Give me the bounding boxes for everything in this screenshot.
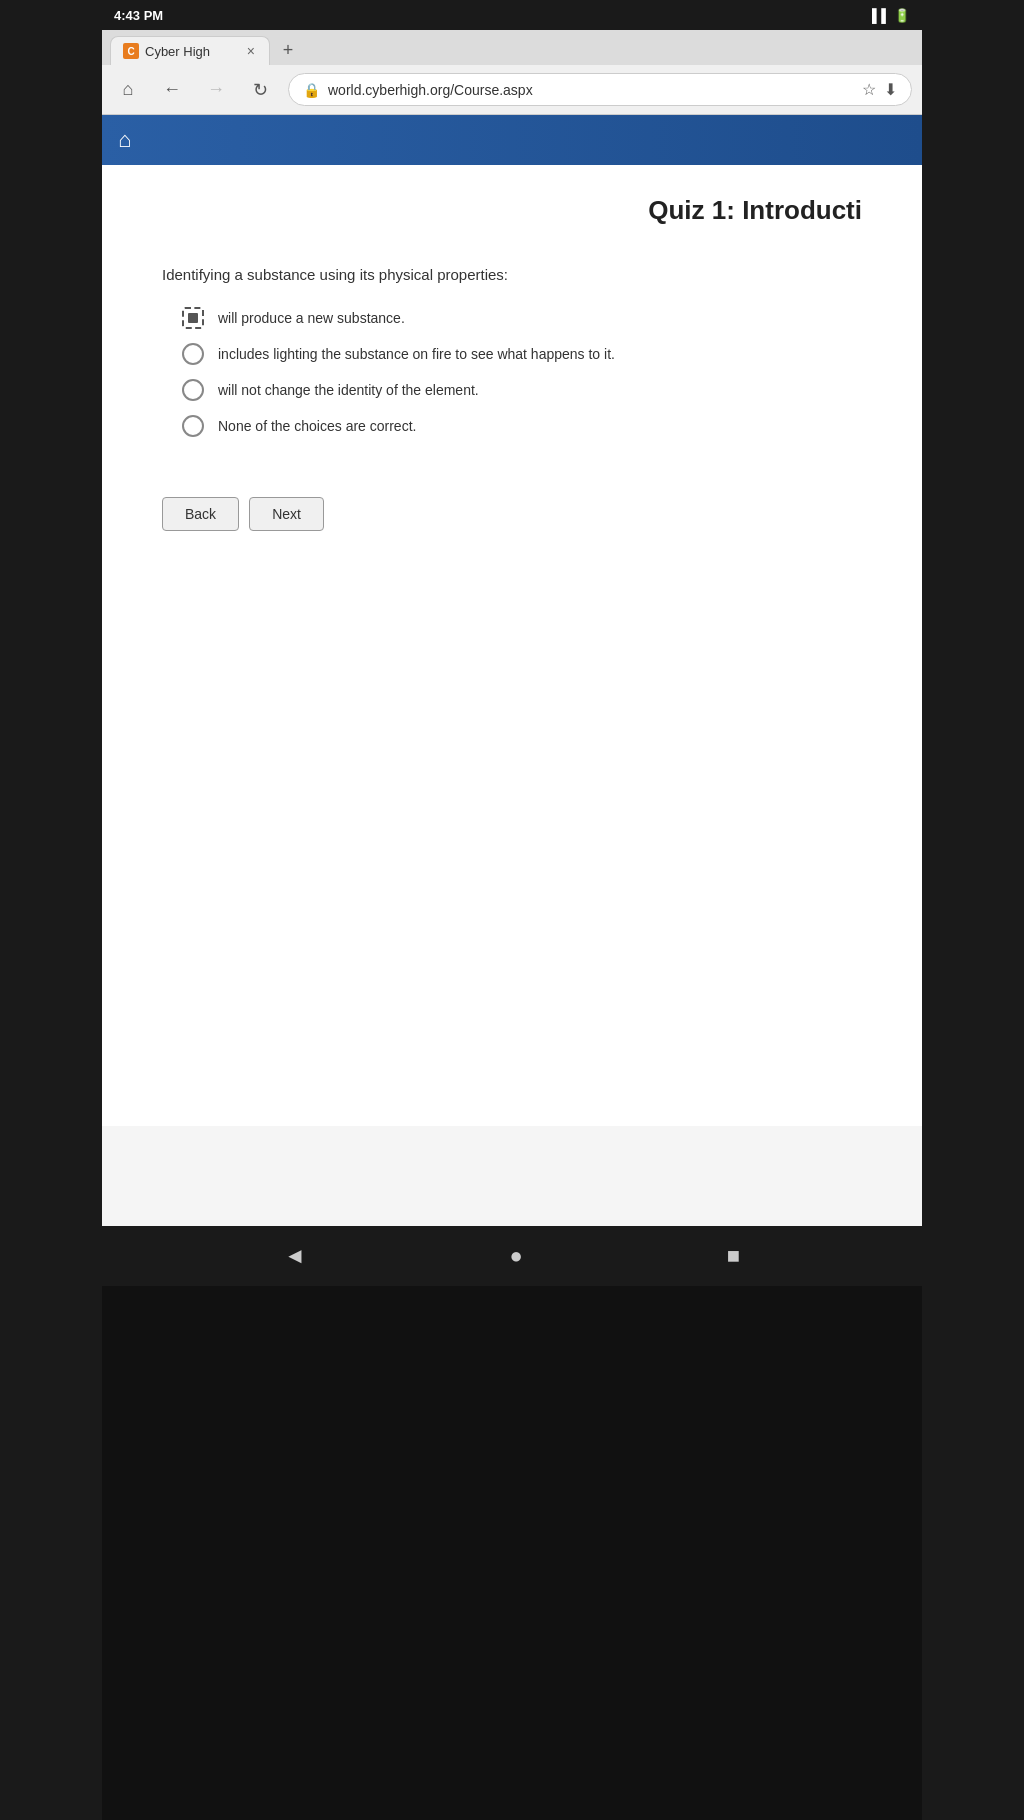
forward-button[interactable]: → bbox=[200, 74, 232, 106]
address-text: world.cyberhigh.org/Course.aspx bbox=[328, 82, 854, 98]
browser-tab[interactable]: C Cyber High × bbox=[110, 36, 270, 65]
home-button[interactable]: ⌂ bbox=[112, 74, 144, 106]
tab-favicon: C bbox=[123, 43, 139, 59]
lock-icon: 🔒 bbox=[303, 82, 320, 98]
tab-close-button[interactable]: × bbox=[245, 43, 257, 59]
nav-buttons: Back Next bbox=[162, 497, 862, 531]
option-a-text: will produce a new substance. bbox=[218, 310, 405, 326]
status-time: 4:43 PM bbox=[114, 8, 163, 23]
android-recent-button[interactable]: ■ bbox=[727, 1243, 740, 1269]
option-b-text: includes lighting the substance on fire … bbox=[218, 346, 615, 362]
address-bar[interactable]: 🔒 world.cyberhigh.org/Course.aspx ☆ ⬇ bbox=[288, 73, 912, 106]
radio-c[interactable] bbox=[182, 379, 204, 401]
browser-bottom-area bbox=[102, 1126, 922, 1226]
android-back-button[interactable]: ◄ bbox=[284, 1243, 306, 1269]
bottom-dark-area bbox=[102, 1286, 922, 1821]
new-tab-button[interactable]: + bbox=[274, 37, 302, 65]
main-content: Quiz 1: Introducti Identifying a substan… bbox=[102, 165, 922, 1126]
option-b[interactable]: includes lighting the substance on fire … bbox=[182, 343, 862, 365]
option-d-text: None of the choices are correct. bbox=[218, 418, 416, 434]
refresh-button[interactable]: ↻ bbox=[244, 74, 276, 106]
status-bar: 4:43 PM ▌▌ 🔋 bbox=[102, 0, 922, 30]
nav-bar: ⌂ ← → ↻ 🔒 world.cyberhigh.org/Course.asp… bbox=[102, 65, 922, 114]
radio-b[interactable] bbox=[182, 343, 204, 365]
android-nav-bar: ◄ ● ■ bbox=[102, 1226, 922, 1286]
option-d[interactable]: None of the choices are correct. bbox=[182, 415, 862, 437]
option-c[interactable]: will not change the identity of the elem… bbox=[182, 379, 862, 401]
radio-a[interactable] bbox=[182, 307, 204, 329]
option-a[interactable]: will produce a new substance. bbox=[182, 307, 862, 329]
answer-options: will produce a new substance. includes l… bbox=[182, 307, 862, 437]
tab-title: Cyber High bbox=[145, 44, 239, 59]
back-button[interactable]: Back bbox=[162, 497, 239, 531]
quiz-title: Quiz 1: Introducti bbox=[162, 195, 862, 226]
download-icon[interactable]: ⬇ bbox=[884, 80, 897, 99]
next-button[interactable]: Next bbox=[249, 497, 324, 531]
status-icons: ▌▌ 🔋 bbox=[872, 8, 910, 23]
tab-bar: C Cyber High × + bbox=[102, 30, 922, 65]
site-header: ⌂ bbox=[102, 115, 922, 165]
bookmark-icon[interactable]: ☆ bbox=[862, 80, 876, 99]
radio-d[interactable] bbox=[182, 415, 204, 437]
question-text: Identifying a substance using its physic… bbox=[162, 266, 862, 283]
android-home-button[interactable]: ● bbox=[510, 1243, 523, 1269]
browser-chrome: C Cyber High × + ⌂ ← → ↻ 🔒 world.cyberhi… bbox=[102, 30, 922, 115]
back-button[interactable]: ← bbox=[156, 74, 188, 106]
option-c-text: will not change the identity of the elem… bbox=[218, 382, 479, 398]
site-home-icon[interactable]: ⌂ bbox=[118, 127, 131, 153]
